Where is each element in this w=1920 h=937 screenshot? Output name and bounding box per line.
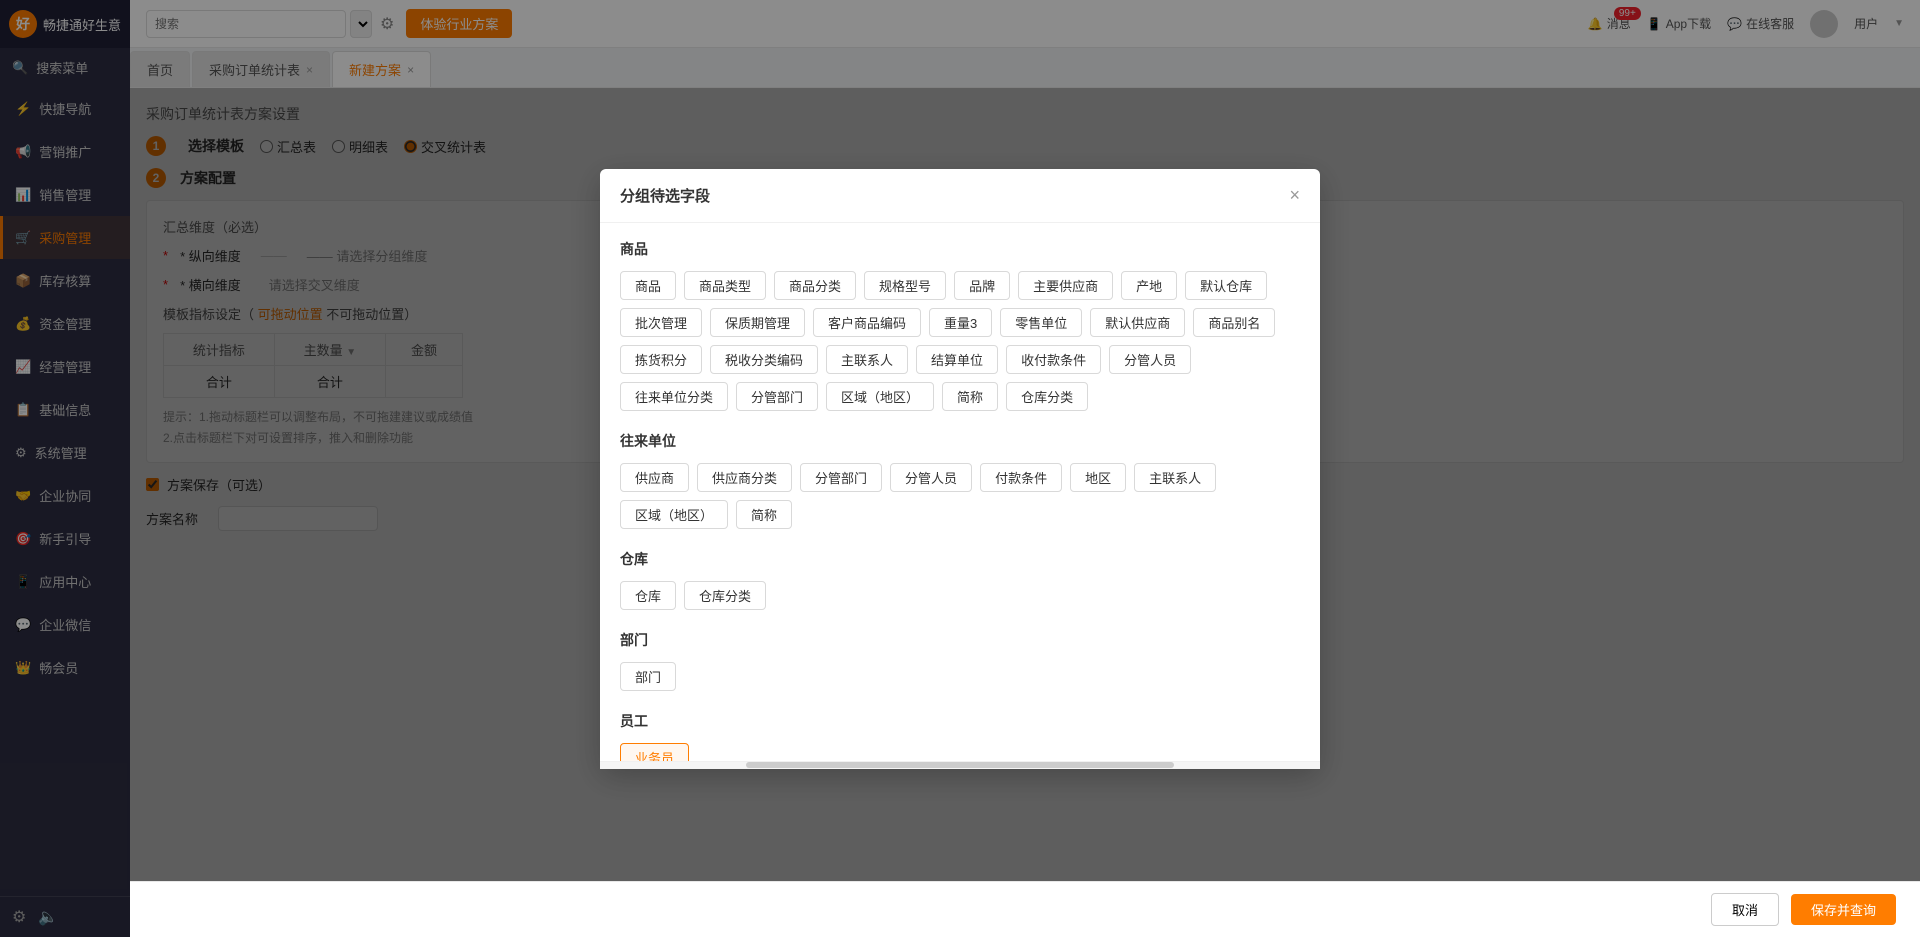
tag-goods-17[interactable]: 主联系人 [826,345,908,374]
tag-goods-6[interactable]: 产地 [1121,271,1177,300]
tag-partner-7[interactable]: 区域（地区） [620,500,728,529]
tag-partner-4[interactable]: 付款条件 [980,463,1062,492]
tag-goods-13[interactable]: 默认供应商 [1090,308,1185,337]
tag-partner-5[interactable]: 地区 [1070,463,1126,492]
tag-goods-24[interactable]: 简称 [942,382,998,411]
section-partner-title: 往来单位 [620,431,1300,451]
modal-footer-bar: 取消 保存并查询 [130,881,1920,937]
section-warehouse-tags: 仓库 仓库分类 [620,581,1300,610]
tag-partner-8[interactable]: 简称 [736,500,792,529]
section-employee-title: 员工 [620,711,1300,731]
tag-goods-2[interactable]: 商品分类 [774,271,856,300]
section-warehouse-title: 仓库 [620,549,1300,569]
tag-partner-3[interactable]: 分管人员 [890,463,972,492]
footer-save-button[interactable]: 保存并查询 [1791,894,1896,925]
tag-partner-0[interactable]: 供应商 [620,463,689,492]
tag-goods-14[interactable]: 商品别名 [1193,308,1275,337]
tag-partner-6[interactable]: 主联系人 [1134,463,1216,492]
tag-goods-15[interactable]: 拣货积分 [620,345,702,374]
tag-dept-0[interactable]: 部门 [620,662,676,691]
tag-goods-16[interactable]: 税收分类编码 [710,345,818,374]
tag-goods-20[interactable]: 分管人员 [1109,345,1191,374]
modal-close-button[interactable]: × [1289,185,1300,206]
tag-goods-3[interactable]: 规格型号 [864,271,946,300]
tag-goods-11[interactable]: 重量3 [929,308,992,337]
modal-body: 商品 商品 商品类型 商品分类 规格型号 品牌 主要供应商 产地 默认仓库 批次… [600,223,1320,761]
section-department: 部门 部门 [620,630,1300,691]
tag-partner-1[interactable]: 供应商分类 [697,463,792,492]
modal-overlay: 分组待选字段 × 商品 商品 商品类型 商品分类 规格型号 品牌 主要供应商 产… [0,0,1920,937]
tag-goods-21[interactable]: 往来单位分类 [620,382,728,411]
tag-emp-0[interactable]: 业务员 [620,743,689,761]
section-employee-tags: 业务员 [620,743,1300,761]
section-employee: 员工 业务员 [620,711,1300,761]
tag-goods-12[interactable]: 零售单位 [1000,308,1082,337]
modal-header: 分组待选字段 × [600,169,1320,223]
tag-goods-10[interactable]: 客户商品编码 [813,308,921,337]
tag-goods-19[interactable]: 收付款条件 [1006,345,1101,374]
modal-hscroll[interactable] [600,761,1320,769]
tag-goods-5[interactable]: 主要供应商 [1018,271,1113,300]
section-department-tags: 部门 [620,662,1300,691]
field-select-modal: 分组待选字段 × 商品 商品 商品类型 商品分类 规格型号 品牌 主要供应商 产… [600,169,1320,769]
section-goods: 商品 商品 商品类型 商品分类 规格型号 品牌 主要供应商 产地 默认仓库 批次… [620,239,1300,411]
tag-goods-25[interactable]: 仓库分类 [1006,382,1088,411]
tag-goods-0[interactable]: 商品 [620,271,676,300]
section-partner-tags: 供应商 供应商分类 分管部门 分管人员 付款条件 地区 主联系人 区域（地区） … [620,463,1300,529]
tag-goods-1[interactable]: 商品类型 [684,271,766,300]
tag-goods-23[interactable]: 区域（地区） [826,382,934,411]
tag-warehouse-1[interactable]: 仓库分类 [684,581,766,610]
tag-warehouse-0[interactable]: 仓库 [620,581,676,610]
section-warehouse: 仓库 仓库 仓库分类 [620,549,1300,610]
tag-goods-22[interactable]: 分管部门 [736,382,818,411]
footer-cancel-button[interactable]: 取消 [1711,893,1779,926]
section-goods-title: 商品 [620,239,1300,259]
section-department-title: 部门 [620,630,1300,650]
tag-goods-7[interactable]: 默认仓库 [1185,271,1267,300]
tag-partner-2[interactable]: 分管部门 [800,463,882,492]
modal-title: 分组待选字段 [620,185,710,206]
tag-goods-4[interactable]: 品牌 [954,271,1010,300]
tag-goods-18[interactable]: 结算单位 [916,345,998,374]
tag-goods-9[interactable]: 保质期管理 [710,308,805,337]
section-partner: 往来单位 供应商 供应商分类 分管部门 分管人员 付款条件 地区 主联系人 区域… [620,431,1300,529]
tag-goods-8[interactable]: 批次管理 [620,308,702,337]
section-goods-tags: 商品 商品类型 商品分类 规格型号 品牌 主要供应商 产地 默认仓库 批次管理 … [620,271,1300,411]
